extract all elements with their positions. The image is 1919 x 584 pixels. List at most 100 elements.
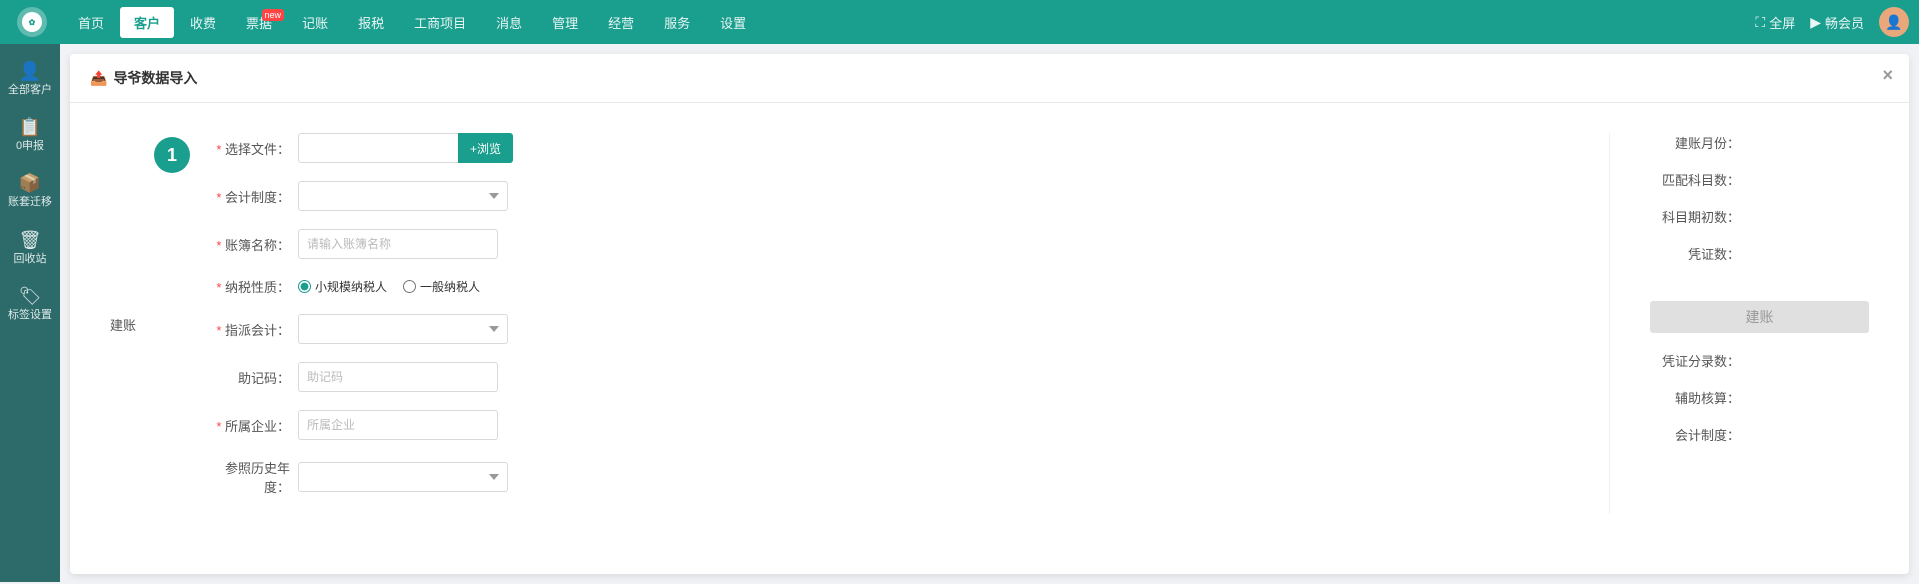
fullscreen-button[interactable]: ⛶ 全屏 — [1755, 13, 1795, 32]
history-year-row: 参照历史年度： — [210, 458, 1589, 496]
fullscreen-icon: ⛶ — [1755, 14, 1765, 31]
sidebar-label-declare: 0申报 — [16, 140, 44, 153]
build-month-label: 建账月份： — [1650, 133, 1740, 152]
declare-icon: 📋 — [19, 118, 41, 136]
nav-service[interactable]: 服务 — [650, 7, 704, 38]
nav-settings[interactable]: 设置 — [706, 7, 760, 38]
required-star2: * — [216, 190, 221, 205]
sidebar: 👤 全部客户 📋 0申报 📦 账套迁移 🗑 回收站 🏷 标签设置 — [0, 44, 60, 582]
nav-right: ⛶ 全屏 ▶ 畅会员 👤 — [1755, 7, 1909, 37]
file-input-wrapper: +浏览 — [298, 133, 513, 163]
dialog-header: 📤 导爷数据导入 × — [70, 54, 1909, 103]
tax-nature-radio-group: 小规模纳税人 一般纳税人 — [298, 278, 480, 295]
nav-tax[interactable]: 报税 — [344, 7, 398, 38]
assign-accountant-label: * 指派会计： — [210, 320, 290, 339]
nav-customer[interactable]: 客户 — [120, 7, 174, 38]
company-input[interactable] — [298, 410, 498, 440]
person-icon: 👤 — [19, 62, 41, 80]
voucher-label: 凭证数： — [1650, 244, 1740, 263]
new-badge: new — [262, 9, 285, 21]
memo-label: 助记码： — [210, 368, 290, 387]
history-year-select[interactable] — [298, 462, 508, 492]
voucher-entries-label: 凭证分录数： — [1650, 351, 1740, 370]
match-subjects-label: 匹配科目数： — [1650, 170, 1740, 189]
tax-nature-row: * 纳税性质： 小规模纳税人 一般纳税人 — [210, 277, 1589, 296]
voucher-entries-row: 凭证分录数： — [1650, 351, 1869, 370]
radio-general-tax-input[interactable] — [403, 280, 416, 293]
sidebar-label-all-customers: 全部客户 — [8, 84, 52, 97]
right-accounting-system-label: 会计制度： — [1650, 425, 1740, 444]
file-input[interactable] — [298, 133, 458, 163]
recycle-icon: 🗑 — [19, 231, 42, 249]
required-star4: * — [216, 280, 221, 295]
tag-icon: 🏷 — [19, 287, 42, 305]
vip-icon: ▶ — [1810, 14, 1821, 31]
build-account-button[interactable]: 建账 — [1650, 301, 1869, 333]
ledger-name-input[interactable] — [298, 229, 498, 259]
initial-subjects-label: 科目期初数： — [1650, 207, 1740, 226]
memo-row: 助记码： — [210, 362, 1589, 392]
radio-general-tax[interactable]: 一般纳税人 — [403, 278, 480, 295]
history-year-label: 参照历史年度： — [210, 458, 290, 496]
voucher-row: 凭证数： — [1650, 244, 1869, 263]
sidebar-label-recycle: 回收站 — [14, 253, 47, 266]
accounting-system-select[interactable] — [298, 181, 508, 211]
radio-small-tax-label: 小规模纳税人 — [315, 278, 387, 295]
nav-invoice[interactable]: 票据 new — [232, 7, 286, 38]
aux-calc-row: 辅助核算： — [1650, 388, 1869, 407]
sidebar-item-all-customers[interactable]: 👤 全部客户 — [4, 54, 56, 105]
main-content: 📤 导爷数据导入 × 建账 1 * 选择文件： — [60, 44, 1919, 584]
nav-fees[interactable]: 收费 — [176, 7, 230, 38]
form-fields: * 选择文件： +浏览 * 会计制度： — [210, 133, 1589, 514]
browse-button[interactable]: +浏览 — [458, 133, 513, 163]
nav-message[interactable]: 消息 — [482, 7, 536, 38]
radio-small-tax-input[interactable] — [298, 280, 311, 293]
form-left: 建账 1 * 选择文件： +浏览 — [110, 133, 1589, 514]
aux-calc-label: 辅助核算： — [1650, 388, 1740, 407]
company-row: * 所属企业： — [210, 410, 1589, 440]
nav-items: 首页 客户 收费 票据 new 记账 报税 工商项目 消息 管理 经营 服务 设… — [64, 7, 1755, 38]
dialog-card: 📤 导爷数据导入 × 建账 1 * 选择文件： — [70, 54, 1909, 574]
step-badge: 1 — [154, 137, 190, 173]
required-star5: * — [216, 323, 221, 338]
right-accounting-system-row: 会计制度： — [1650, 425, 1869, 444]
dialog-title: 导爷数据导入 — [113, 68, 197, 88]
nav-manage[interactable]: 管理 — [538, 7, 592, 38]
form-right: 建账月份： 匹配科目数： 科目期初数： 凭证数： 建账 — [1609, 133, 1869, 514]
accounting-system-row: * 会计制度： — [210, 181, 1589, 211]
migration-icon: 📦 — [19, 174, 41, 192]
build-month-row: 建账月份： — [1650, 133, 1869, 152]
sidebar-label-tag: 标签设置 — [8, 309, 52, 322]
initial-subjects-row: 科目期初数： — [1650, 207, 1869, 226]
match-subjects-row: 匹配科目数： — [1650, 170, 1869, 189]
sidebar-item-declare[interactable]: 📋 0申报 — [4, 110, 56, 161]
memo-input[interactable] — [298, 362, 498, 392]
nav-business[interactable]: 工商项目 — [400, 7, 480, 38]
app-logo[interactable]: ✿ — [10, 0, 54, 44]
form-container: 建账 1 * 选择文件： +浏览 — [70, 103, 1909, 544]
radio-general-tax-label: 一般纳税人 — [420, 278, 480, 295]
sidebar-item-recycle[interactable]: 🗑 回收站 — [4, 223, 56, 274]
file-row: * 选择文件： +浏览 — [210, 133, 1589, 163]
vip-button[interactable]: ▶ 畅会员 — [1810, 13, 1864, 32]
user-avatar[interactable]: 👤 — [1879, 7, 1909, 37]
nav-home[interactable]: 首页 — [64, 7, 118, 38]
accounting-system-label: * 会计制度： — [210, 187, 290, 206]
assign-accountant-select[interactable] — [298, 314, 508, 344]
sidebar-item-tag-settings[interactable]: 🏷 标签设置 — [4, 279, 56, 330]
required-star3: * — [216, 238, 221, 253]
file-label: * 选择文件： — [210, 139, 290, 158]
assign-accountant-row: * 指派会计： — [210, 314, 1589, 344]
close-button[interactable]: × — [1882, 66, 1893, 84]
radio-small-tax[interactable]: 小规模纳税人 — [298, 278, 387, 295]
company-label: * 所属企业： — [210, 416, 290, 435]
ledger-name-row: * 账簿名称： — [210, 229, 1589, 259]
nav-accounting[interactable]: 记账 — [288, 7, 342, 38]
sidebar-label-migration: 账套迁移 — [8, 196, 52, 209]
tax-nature-label: * 纳税性质： — [210, 277, 290, 296]
nav-finance[interactable]: 经营 — [594, 7, 648, 38]
required-star6: * — [216, 419, 221, 434]
sidebar-item-account-migration[interactable]: 📦 账套迁移 — [4, 166, 56, 217]
ledger-name-label: * 账簿名称： — [210, 235, 290, 254]
required-star: * — [216, 142, 221, 157]
